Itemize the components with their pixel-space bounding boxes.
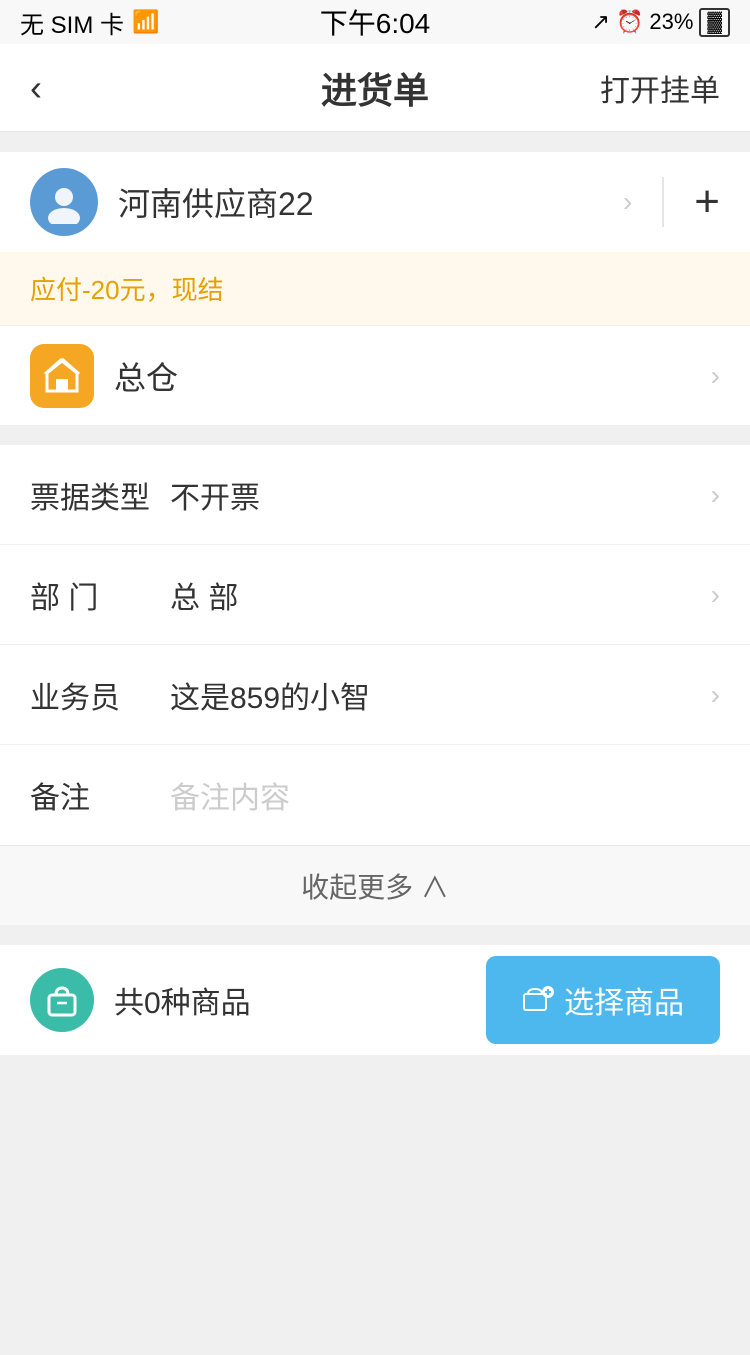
notice-text: 应付-20元，现结 [30,275,224,305]
salesperson-value: 这是859的小智 [170,673,711,717]
warehouse-icon [30,344,94,408]
user-icon [42,180,86,224]
shopping-bag-icon [43,981,81,1019]
battery-text: 23% [649,9,693,35]
notice-bar: 应付-20元，现结 [0,252,750,325]
supplier-actions: › + [623,177,720,227]
warehouse-chevron-icon: › [711,360,720,392]
invoice-type-label: 票据类型 [30,473,150,517]
wifi-icon: 📶 [132,9,159,35]
salesperson-label: 业务员 [30,673,150,717]
battery-icon: ▓ [699,8,730,37]
salesperson-chevron: › [711,679,720,711]
department-value: 总 部 [170,573,711,617]
supplier-name: 河南供应商22 [118,179,623,225]
supplier-section: 河南供应商22 › + 应付-20元，现结 总仓 › [0,152,750,425]
invoice-type-chevron: › [711,479,720,511]
salesperson-row[interactable]: 业务员 这是859的小智 › [0,645,750,745]
open-pending-button[interactable]: 打开挂单 [600,66,720,110]
warehouse-name: 总仓 [114,353,711,399]
select-product-label: 选择商品 [564,978,684,1022]
nav-bar: ‹ 进货单 打开挂单 [0,44,750,132]
page-background [0,1055,750,1355]
status-right: ↗ ⏰ 23% ▓ [592,8,730,37]
product-count-icon [30,968,94,1032]
gap1 [0,132,750,152]
cart-icon [522,986,554,1014]
select-product-button[interactable]: 选择商品 [486,956,720,1044]
collapse-row[interactable]: 收起更多 ∧ [0,845,750,925]
form-section: 票据类型 不开票 › 部 门 总 部 › 业务员 这是859的小智 › 备注 备… [0,445,750,845]
status-bar: 无 SIM 卡 📶 下午6:04 ↗ ⏰ 23% ▓ [0,0,750,44]
bottom-bar: 共0种商品 选择商品 [0,945,750,1055]
department-row[interactable]: 部 门 总 部 › [0,545,750,645]
supplier-chevron-icon: › [623,186,632,218]
product-count-text: 共0种商品 [114,978,486,1022]
house-icon [43,357,81,395]
invoice-type-value: 不开票 [170,473,711,517]
location-icon: ↗ [592,9,610,35]
supplier-row[interactable]: 河南供应商22 › + [0,152,750,252]
invoice-type-row[interactable]: 票据类型 不开票 › [0,445,750,545]
remark-row[interactable]: 备注 备注内容 [0,745,750,845]
remark-label: 备注 [30,773,150,817]
department-chevron: › [711,579,720,611]
carrier-text: 无 SIM 卡 [20,5,124,40]
warehouse-row[interactable]: 总仓 › [0,325,750,425]
remark-placeholder: 备注内容 [170,773,720,817]
status-time: 下午6:04 [320,2,431,42]
department-label: 部 门 [30,573,150,617]
page-title: 进货单 [321,62,429,114]
supplier-divider [662,177,664,227]
status-carrier: 无 SIM 卡 📶 [20,5,159,40]
collapse-label: 收起更多 ∧ [301,866,449,906]
back-button[interactable]: ‹ [30,67,42,109]
supplier-avatar [30,168,98,236]
alarm-icon: ⏰ [616,9,643,35]
add-supplier-button[interactable]: + [694,180,720,224]
